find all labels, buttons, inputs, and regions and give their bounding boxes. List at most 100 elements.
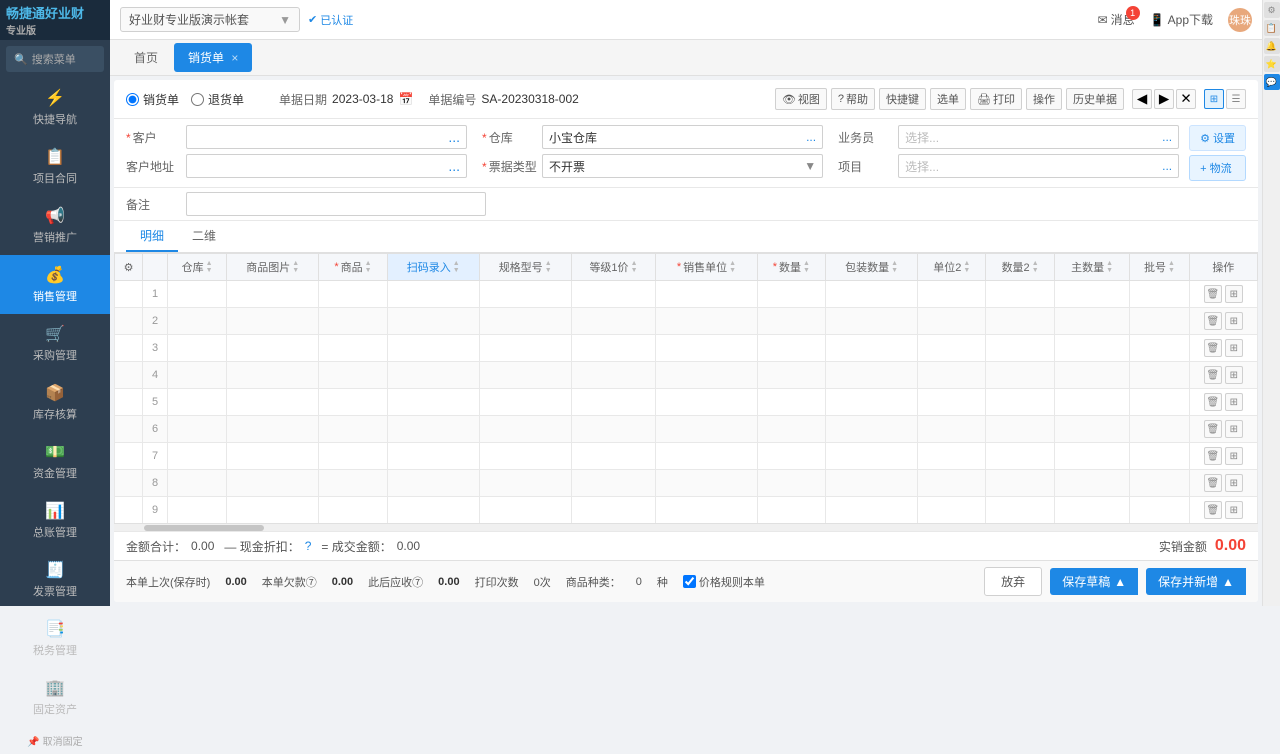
cell-6[interactable] xyxy=(656,308,757,335)
cell-5[interactable] xyxy=(571,497,656,524)
note-input[interactable] xyxy=(186,192,486,216)
cell-4[interactable] xyxy=(479,470,571,497)
cell-1[interactable] xyxy=(227,470,319,497)
cell-7[interactable] xyxy=(757,497,826,524)
sidebar-item-purchase[interactable]: 🛒 采购管理 xyxy=(0,314,110,373)
scrollbar[interactable] xyxy=(114,523,1258,531)
cell-11[interactable] xyxy=(1054,416,1130,443)
app-download-button[interactable]: 📱 App下载 xyxy=(1150,11,1213,28)
th-product-img[interactable]: 商品图片▲▼ xyxy=(227,254,319,281)
cell-0[interactable] xyxy=(168,362,227,389)
cell-10[interactable] xyxy=(986,443,1054,470)
cell-0[interactable] xyxy=(168,335,227,362)
cell-3[interactable] xyxy=(387,281,479,308)
search-menu-button[interactable]: 🔍 搜索菜单 xyxy=(6,46,104,72)
select-order-button[interactable]: 选单 xyxy=(930,88,966,110)
cell-10[interactable] xyxy=(986,389,1054,416)
logistics-button[interactable]: + 物流 xyxy=(1189,155,1246,181)
th-scan[interactable]: 扫码录入▲▼ xyxy=(387,254,479,281)
cell-3[interactable] xyxy=(387,362,479,389)
cell-11[interactable] xyxy=(1054,443,1130,470)
copy-icon[interactable]: ⊞ xyxy=(1225,312,1243,330)
unpin-button[interactable]: 📌 取消固定 xyxy=(0,727,110,754)
cell-6[interactable] xyxy=(656,389,757,416)
cell-5[interactable] xyxy=(571,389,656,416)
delete-icon[interactable]: 🗑 xyxy=(1204,393,1222,411)
cell-0[interactable] xyxy=(168,308,227,335)
cell-9[interactable] xyxy=(918,497,986,524)
cell-1[interactable] xyxy=(227,416,319,443)
discard-button[interactable]: 放弃 xyxy=(984,567,1042,596)
sidebar-item-ledger[interactable]: 📊 总账管理 xyxy=(0,491,110,550)
user-avatar[interactable]: 珠珠 xyxy=(1228,8,1252,32)
cell-0[interactable] xyxy=(168,470,227,497)
cell-3[interactable] xyxy=(387,308,479,335)
cell-10[interactable] xyxy=(986,308,1054,335)
right-panel-icon-2[interactable]: 📋 xyxy=(1264,20,1280,36)
cell-5[interactable] xyxy=(571,281,656,308)
copy-icon[interactable]: ⊞ xyxy=(1225,339,1243,357)
cell-9[interactable] xyxy=(918,389,986,416)
sidebar-item-project[interactable]: 📋 项目合同 xyxy=(0,137,110,196)
cell-4[interactable] xyxy=(479,497,571,524)
operate-button[interactable]: 操作 xyxy=(1026,88,1062,110)
delete-icon[interactable]: 🗑 xyxy=(1204,312,1222,330)
cell-12[interactable] xyxy=(1130,281,1189,308)
cell-10[interactable] xyxy=(986,497,1054,524)
cell-10[interactable] xyxy=(986,281,1054,308)
cell-12[interactable] xyxy=(1130,362,1189,389)
cell-10[interactable] xyxy=(986,470,1054,497)
th-batch[interactable]: 批号▲▼ xyxy=(1130,254,1189,281)
cell-6[interactable] xyxy=(656,362,757,389)
cell-12[interactable] xyxy=(1130,470,1189,497)
view-button[interactable]: 👁 视图 xyxy=(775,88,827,110)
th-settings[interactable]: ⚙ xyxy=(115,254,143,281)
cell-11[interactable] xyxy=(1054,389,1130,416)
tab-close-icon[interactable]: × xyxy=(231,51,238,65)
price-rule-checkbox[interactable]: 价格规则本单 xyxy=(683,574,765,590)
warehouse-input[interactable]: 小宝仓库 ... xyxy=(542,125,823,149)
cell-11[interactable] xyxy=(1054,308,1130,335)
prev-button[interactable]: ◀ xyxy=(1132,89,1152,109)
cell-2[interactable] xyxy=(319,470,388,497)
cell-1[interactable] xyxy=(227,335,319,362)
cell-1[interactable] xyxy=(227,443,319,470)
cell-12[interactable] xyxy=(1130,416,1189,443)
cell-4[interactable] xyxy=(479,416,571,443)
copy-icon[interactable]: ⊞ xyxy=(1225,474,1243,492)
right-panel-icon-3[interactable]: 🔔 xyxy=(1264,38,1280,54)
cell-3[interactable] xyxy=(387,497,479,524)
message-button[interactable]: ✉ 消息 1 xyxy=(1098,11,1135,28)
cell-1[interactable] xyxy=(227,389,319,416)
cell-9[interactable] xyxy=(918,416,986,443)
th-qty2[interactable]: 数量2▲▼ xyxy=(986,254,1054,281)
cell-8[interactable] xyxy=(826,362,918,389)
cell-9[interactable] xyxy=(918,443,986,470)
settings-button[interactable]: ⚙ 设置 xyxy=(1189,125,1246,151)
cell-2[interactable] xyxy=(319,362,388,389)
delete-icon[interactable]: 🗑 xyxy=(1204,501,1222,519)
list-view-button[interactable]: ☰ xyxy=(1226,89,1246,109)
cell-8[interactable] xyxy=(826,497,918,524)
cell-12[interactable] xyxy=(1130,389,1189,416)
copy-icon[interactable]: ⊞ xyxy=(1225,393,1243,411)
cell-1[interactable] xyxy=(227,497,319,524)
cell-10[interactable] xyxy=(986,362,1054,389)
cell-8[interactable] xyxy=(826,443,918,470)
tab-sales-order[interactable]: 销货单 × xyxy=(174,43,252,72)
copy-icon[interactable]: ⊞ xyxy=(1225,285,1243,303)
close-button[interactable]: ✕ xyxy=(1176,89,1196,109)
cell-11[interactable] xyxy=(1054,362,1130,389)
delete-icon[interactable]: 🗑 xyxy=(1204,285,1222,303)
delete-icon[interactable]: 🗑 xyxy=(1204,474,1222,492)
cell-5[interactable] xyxy=(571,470,656,497)
th-qty[interactable]: *数量▲▼ xyxy=(757,254,826,281)
cell-7[interactable] xyxy=(757,470,826,497)
cell-3[interactable] xyxy=(387,470,479,497)
right-panel-icon-4[interactable]: ⭐ xyxy=(1264,56,1280,72)
th-price[interactable]: 等级1价▲▼ xyxy=(571,254,656,281)
cell-5[interactable] xyxy=(571,308,656,335)
cell-12[interactable] xyxy=(1130,443,1189,470)
cell-9[interactable] xyxy=(918,362,986,389)
sidebar-item-assets[interactable]: 🏢 固定资产 xyxy=(0,668,110,727)
